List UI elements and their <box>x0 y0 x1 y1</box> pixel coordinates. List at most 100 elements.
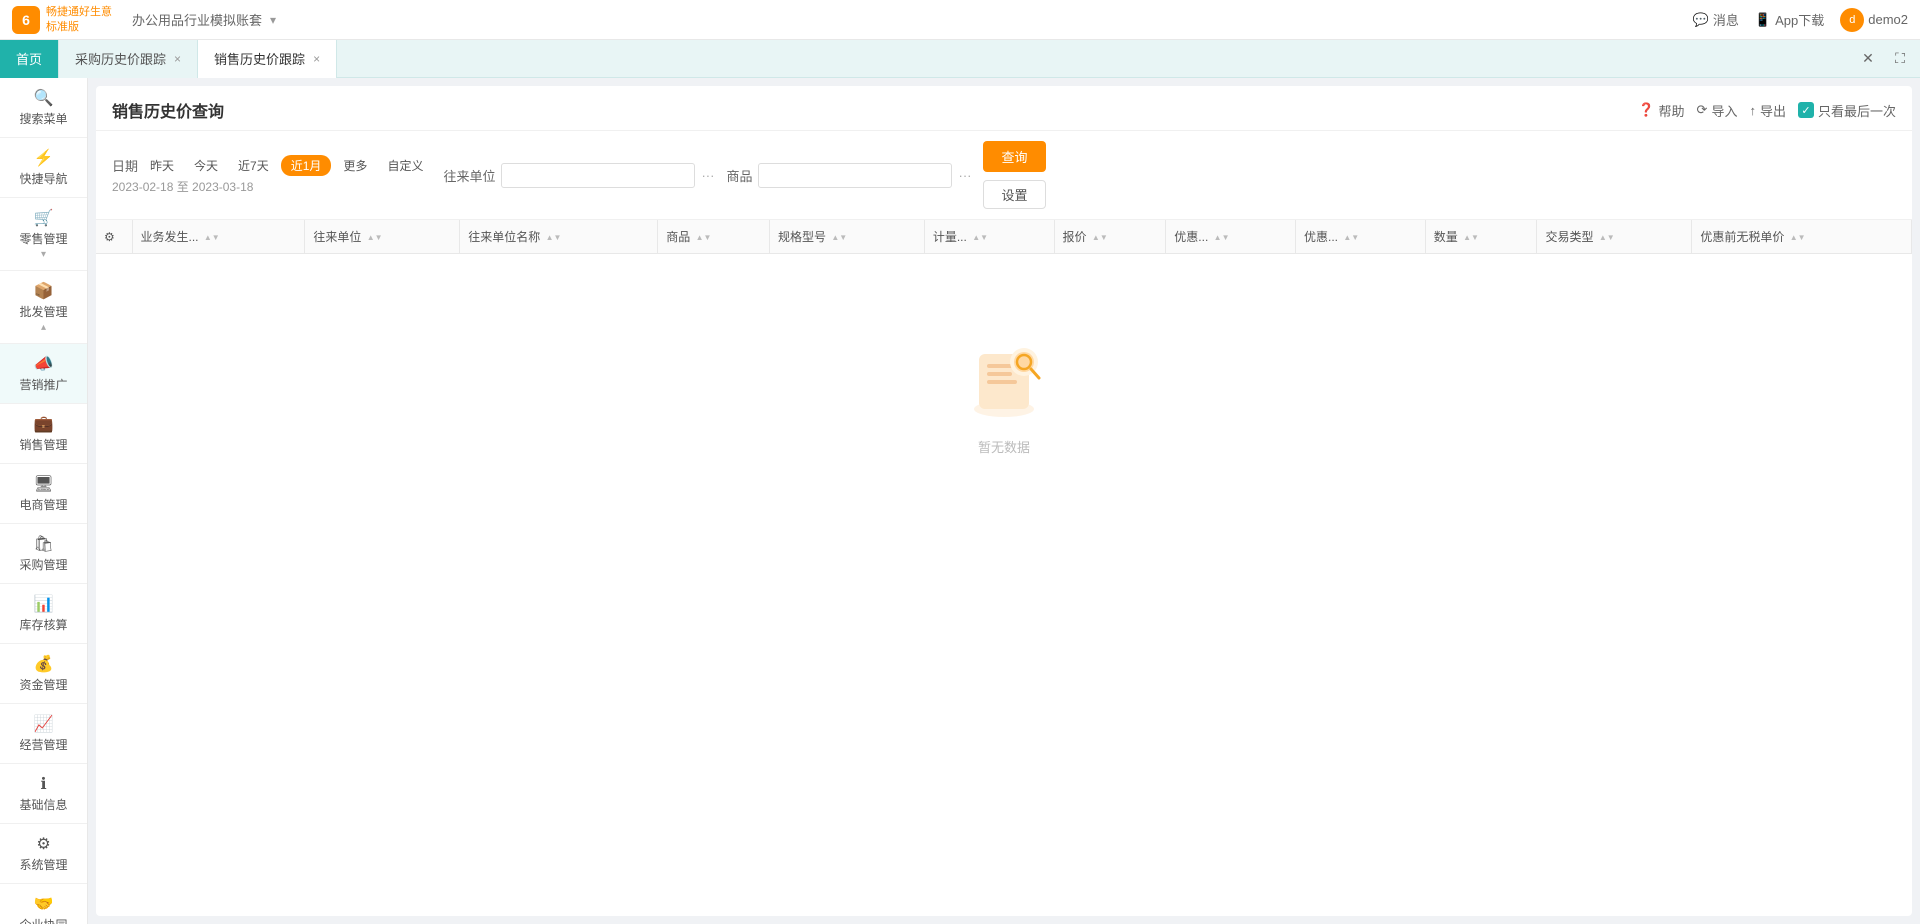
th-gear: ⚙ <box>96 220 132 254</box>
th-quantity[interactable]: 数量 ▲▼ <box>1425 220 1537 254</box>
export-btn[interactable]: ↑ 导出 <box>1749 101 1786 120</box>
filter-date-section: 日期 昨天 今天 近7天 近1月 更多 自定义 2023-02-18 至 202… <box>112 155 431 195</box>
date-btn-7days[interactable]: 近7天 <box>230 155 277 176</box>
basic-info-icon: ℹ <box>40 774 46 794</box>
goods-input[interactable] <box>758 163 952 188</box>
th-pre-discount-price-label: 优惠前无税单价 <box>1700 230 1784 244</box>
counterparty-input[interactable] <box>501 163 695 188</box>
tab-sales-history-close-icon[interactable]: × <box>313 52 320 66</box>
date-btn-more[interactable]: 更多 <box>335 155 375 176</box>
sidebar-item-quick-nav[interactable]: ⚡ 快捷导航 <box>0 138 87 198</box>
sidebar-item-enterprise-collab[interactable]: 🤝 企业协同 <box>0 884 87 924</box>
page-actions: ❓ 帮助 ⟳ 导入 ↑ 导出 ✓ 只看最后一次 <box>1638 101 1896 120</box>
top-bar-right: 💬 消息 📱 App下载 d demo2 <box>1693 8 1908 32</box>
th-counterparty-id-label: 往来单位 <box>313 230 361 244</box>
sidebar-item-label: 采购管理 <box>19 556 67 573</box>
maximize-btn[interactable]: ⛶ <box>1888 47 1912 71</box>
tab-home[interactable]: 首页 <box>0 40 59 78</box>
th-trade-type-label: 交易类型 <box>1545 230 1593 244</box>
th-biz-date[interactable]: 业务发生... ▲▼ <box>132 220 305 254</box>
top-bar-left: 6 畅捷通好生意 标准版 办公用品行业模拟账套 ▾ <box>12 5 276 34</box>
sort-icon: ▲▼ <box>1092 233 1108 242</box>
dropdown-chevron-icon[interactable]: ▾ <box>270 13 276 27</box>
th-trade-type[interactable]: 交易类型 ▲▼ <box>1537 220 1692 254</box>
empty-state: 暂无数据 <box>96 254 1912 536</box>
th-pre-discount-price[interactable]: 优惠前无税单价 ▲▼ <box>1692 220 1912 254</box>
sidebar-item-ecommerce-mgmt[interactable]: 🖥 电商管理 <box>0 464 87 524</box>
sidebar-item-sales-mgmt[interactable]: 💼 销售管理 <box>0 404 87 464</box>
th-spec[interactable]: 规格型号 ▲▼ <box>769 220 924 254</box>
th-biz-date-label: 业务发生... <box>141 230 199 244</box>
th-unit[interactable]: 计量... ▲▼ <box>924 220 1054 254</box>
close-tab-btn[interactable]: ✕ <box>1856 47 1880 71</box>
import-icon: ⟳ <box>1697 102 1708 118</box>
logo-icon: 6 <box>12 6 40 34</box>
tab-sales-history[interactable]: 销售历史价跟踪 × <box>198 40 337 78</box>
th-goods-label: 商品 <box>666 230 690 244</box>
sidebar-item-search-menu[interactable]: 🔍 搜索菜单 <box>0 78 87 138</box>
ecommerce-icon: 🖥 <box>33 474 53 494</box>
help-btn[interactable]: ❓ 帮助 <box>1638 101 1684 120</box>
logo-area: 6 畅捷通好生意 标准版 <box>12 5 112 34</box>
sidebar-item-operations-mgmt[interactable]: 📈 经营管理 <box>0 704 87 764</box>
sidebar: 🔍 搜索菜单 ⚡ 快捷导航 🛒 零售管理 ▾ 📦 批发管理 ▴ 📣 营销推广 💼… <box>0 78 88 924</box>
th-discount1[interactable]: 优惠... ▲▼ <box>1166 220 1296 254</box>
only-last-checkbox[interactable]: ✓ 只看最后一次 <box>1798 101 1896 120</box>
wholesale-icon: 📦 <box>34 281 54 301</box>
settings-button[interactable]: 设置 <box>983 180 1045 209</box>
sidebar-item-label: 搜索菜单 <box>19 110 67 127</box>
th-goods[interactable]: 商品 ▲▼ <box>658 220 770 254</box>
sidebar-item-purchase-mgmt[interactable]: 🛍 采购管理 <box>0 524 87 584</box>
import-btn[interactable]: ⟳ 导入 <box>1697 101 1738 120</box>
page-title: 销售历史价查询 <box>112 98 224 122</box>
sidebar-item-marketing[interactable]: 📣 营销推广 <box>0 344 87 404</box>
date-btn-custom[interactable]: 自定义 <box>379 155 431 176</box>
counterparty-filter-label: 往来单位 <box>443 166 495 185</box>
main-layout: 🔍 搜索菜单 ⚡ 快捷导航 🛒 零售管理 ▾ 📦 批发管理 ▴ 📣 营销推广 💼… <box>0 78 1920 924</box>
th-quantity-label: 数量 <box>1434 230 1458 244</box>
sort-icon: ▲▼ <box>972 233 988 242</box>
sidebar-item-label: 营销推广 <box>19 376 67 393</box>
date-btn-today[interactable]: 今天 <box>186 155 226 176</box>
tab-purchase-history[interactable]: 采购历史价跟踪 × <box>59 40 198 78</box>
tab-bar: 首页 采购历史价跟踪 × 销售历史价跟踪 × ✕ ⛶ <box>0 40 1920 78</box>
th-counterparty-name[interactable]: 往来单位名称 ▲▼ <box>460 220 658 254</box>
goods-picker-icon[interactable]: ··· <box>958 168 971 183</box>
marketing-icon: 📣 <box>34 354 54 374</box>
operations-icon: 📈 <box>34 714 54 734</box>
th-spec-label: 规格型号 <box>778 230 826 244</box>
tab-purchase-history-close-icon[interactable]: × <box>174 52 181 66</box>
sort-icon: ▲▼ <box>831 233 847 242</box>
purchase-icon: 🛍 <box>33 534 53 554</box>
sidebar-item-basic-info[interactable]: ℹ 基础信息 <box>0 764 87 824</box>
table-header-row: ⚙ 业务发生... ▲▼ 往来单位 ▲▼ 往来单位名称 <box>96 220 1912 254</box>
counterparty-picker-icon[interactable]: ··· <box>701 168 714 183</box>
goods-filter-label: 商品 <box>726 166 752 185</box>
sidebar-item-inventory[interactable]: 📊 库存核算 <box>0 584 87 644</box>
sidebar-item-label: 批发管理 <box>19 303 67 320</box>
th-discount2[interactable]: 优惠... ▲▼ <box>1296 220 1426 254</box>
sidebar-item-wholesale-mgmt[interactable]: 📦 批发管理 ▴ <box>0 271 87 344</box>
phone-icon: 📱 <box>1755 12 1771 28</box>
sidebar-item-label: 资金管理 <box>19 676 67 693</box>
sidebar-item-finance-mgmt[interactable]: 💰 资金管理 <box>0 644 87 704</box>
th-discount2-label: 优惠... <box>1304 230 1338 244</box>
app-download-btn[interactable]: 📱 App下载 <box>1755 10 1824 29</box>
empty-svg <box>959 334 1049 424</box>
message-btn[interactable]: 💬 消息 <box>1693 10 1739 29</box>
tab-bar-actions: ✕ ⛶ <box>1856 47 1920 71</box>
sidebar-item-retail-mgmt[interactable]: 🛒 零售管理 ▾ <box>0 198 87 271</box>
top-bar-title: 办公用品行业模拟账套 <box>132 10 262 29</box>
page-header: 销售历史价查询 ❓ 帮助 ⟳ 导入 ↑ 导出 ✓ <box>96 86 1912 131</box>
sidebar-item-system-mgmt[interactable]: ⚙ 系统管理 <box>0 824 87 884</box>
th-counterparty-id[interactable]: 往来单位 ▲▼ <box>305 220 460 254</box>
date-quick-btns: 昨天 今天 近7天 近1月 更多 自定义 <box>142 155 431 176</box>
th-quoted-price[interactable]: 报价 ▲▼ <box>1054 220 1166 254</box>
query-button[interactable]: 查询 <box>983 141 1045 172</box>
date-btn-1month[interactable]: 近1月 <box>281 155 332 176</box>
user-area[interactable]: d demo2 <box>1840 8 1908 32</box>
top-bar: 6 畅捷通好生意 标准版 办公用品行业模拟账套 ▾ 💬 消息 📱 App下载 d… <box>0 0 1920 40</box>
gear-icon[interactable]: ⚙ <box>104 230 115 244</box>
date-btn-yesterday[interactable]: 昨天 <box>142 155 182 176</box>
content-area: 销售历史价查询 ❓ 帮助 ⟳ 导入 ↑ 导出 ✓ <box>88 78 1920 924</box>
